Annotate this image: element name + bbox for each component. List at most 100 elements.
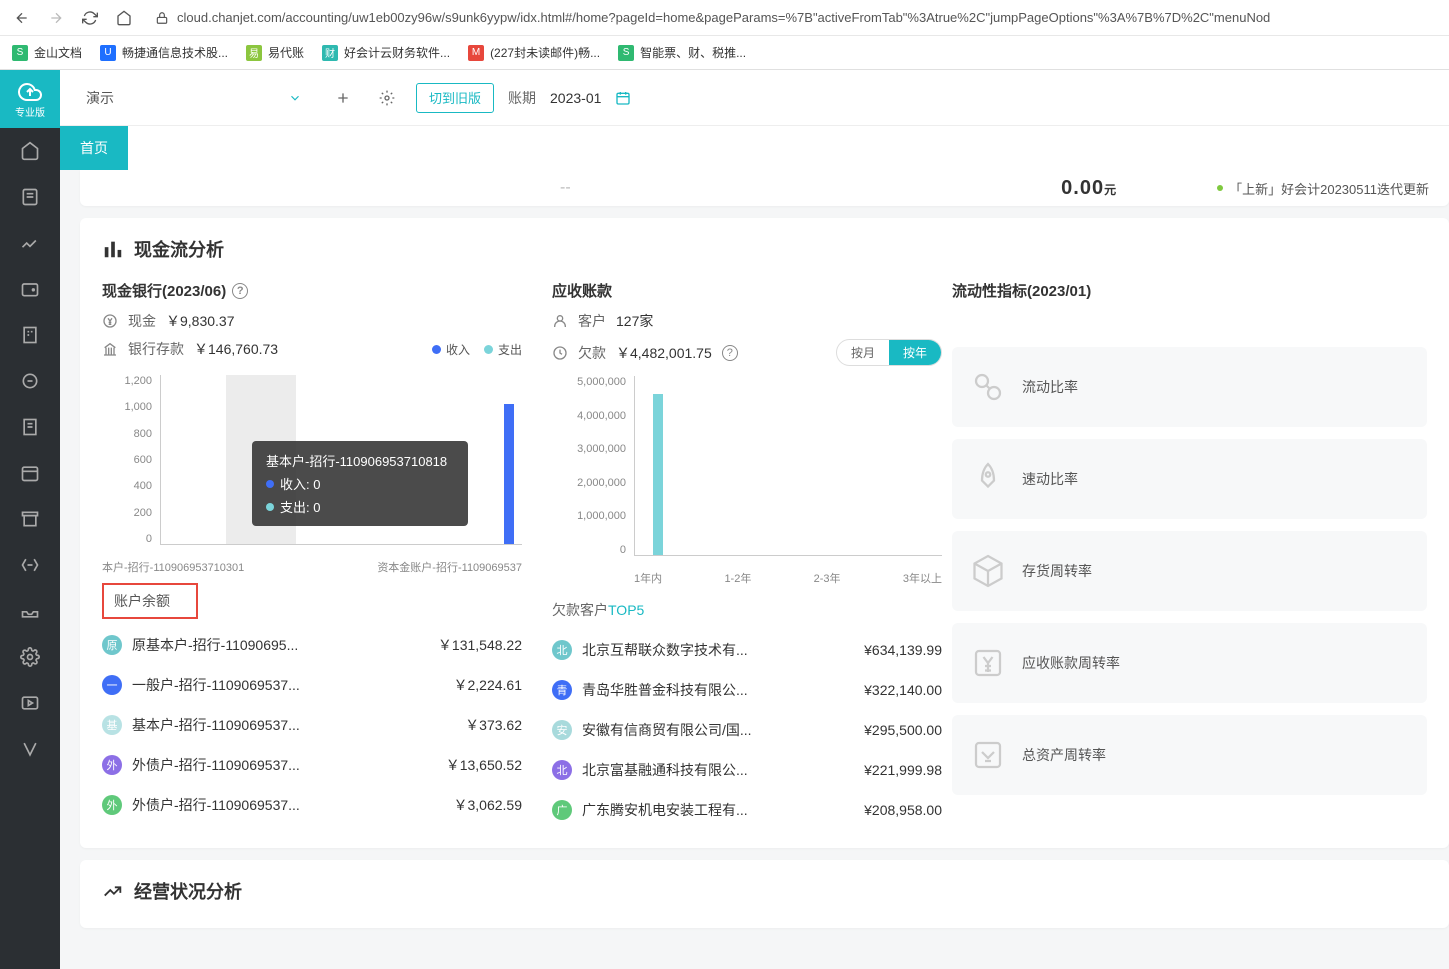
ops-panel: 经营状况分析 xyxy=(80,860,1449,928)
rail-tray[interactable] xyxy=(0,588,60,634)
toggle-year[interactable]: 按年 xyxy=(889,340,941,365)
balance-row[interactable]: 外外债户-招行-1109069537...￥3,062.59 xyxy=(102,785,522,825)
panel-header: 现金流分析 xyxy=(102,236,1427,262)
debt-row[interactable]: 广广东腾安机电安装工程有...¥208,958.00 xyxy=(552,790,942,830)
announce-text: 「上新」好会计20230511迭代更新 xyxy=(1229,179,1429,198)
add-button[interactable] xyxy=(328,83,358,113)
debt-row[interactable]: 青青岛华胜普金科技有限公... ¥322,140.00 xyxy=(552,670,942,710)
org-name: 演示 xyxy=(86,88,114,108)
liq-card-inventory[interactable]: 存货周转率 xyxy=(952,531,1427,611)
bar-income xyxy=(504,404,514,544)
settings-button[interactable] xyxy=(372,83,402,113)
rail-voucher[interactable] xyxy=(0,174,60,220)
browser-nav-bar: cloud.chanjet.com/accounting/uw1eb00zy96… xyxy=(0,0,1449,36)
tooltip-val: 收入: 0 xyxy=(280,474,320,493)
reload-icon xyxy=(82,10,98,26)
home-button[interactable] xyxy=(110,4,138,32)
rail-closing[interactable] xyxy=(0,450,60,496)
liq-label: 存货周转率 xyxy=(1022,561,1092,581)
rail-salary[interactable] xyxy=(0,358,60,404)
debt-row[interactable]: 安安徽有信商贸有限公司/国...¥295,500.00 xyxy=(552,710,942,750)
rail-invoice[interactable] xyxy=(0,404,60,450)
balance-row[interactable]: 基基本户-招行-1109069537...￥373.62 xyxy=(102,705,522,745)
rail-video[interactable] xyxy=(0,680,60,726)
debt-title: 欠款客户TOP5 xyxy=(552,600,942,620)
tabs-row: 首页 xyxy=(60,126,1449,170)
rail-asset[interactable] xyxy=(0,312,60,358)
favicon-icon: 财 xyxy=(322,45,338,61)
switch-old-button[interactable]: 切到旧版 xyxy=(416,83,494,113)
period-value[interactable]: 2023-01 xyxy=(550,90,601,106)
help-icon[interactable]: ? xyxy=(232,283,248,299)
reload-button[interactable] xyxy=(76,4,104,32)
row-val: ¥295,500.00 xyxy=(864,722,942,738)
bookmark-label: 智能票、财、税推... xyxy=(640,44,746,61)
chart-line-icon xyxy=(20,233,40,253)
dot-expense-icon xyxy=(484,345,493,354)
rail-gear[interactable] xyxy=(0,634,60,680)
bookmark-item[interactable]: 财好会计云财务软件... xyxy=(322,44,450,61)
rail-setting[interactable] xyxy=(0,542,60,588)
balance-row[interactable]: 一一般户-招行-1109069537...￥2,224.61 xyxy=(102,665,522,705)
row-name: 青岛华胜普金科技有限公... xyxy=(582,680,854,700)
cust-icon: 青 xyxy=(552,680,572,700)
liq-card-flow[interactable]: 流动比率 xyxy=(952,347,1427,427)
legend: 收入 支出 xyxy=(432,341,522,358)
play-icon xyxy=(20,693,40,713)
announcement[interactable]: 「上新」好会计20230511迭代更新 xyxy=(1217,179,1429,198)
liq-card-asset-turn[interactable]: 总资产周转率 xyxy=(952,715,1427,795)
help-icon[interactable]: ? xyxy=(722,345,738,361)
chart-tooltip: 基本户-招行-110906953710818 收入: 0 支出: 0 xyxy=(252,441,468,526)
favicon-icon: U xyxy=(100,45,116,61)
ar-plot[interactable] xyxy=(634,376,942,556)
calendar-icon[interactable] xyxy=(615,90,631,106)
row-name: 一般户-招行-1109069537... xyxy=(132,675,444,695)
tooltip-val: 支出: 0 xyxy=(280,497,320,516)
app-logo[interactable]: 专业版 xyxy=(0,70,60,128)
ar-bar-1y xyxy=(653,394,663,555)
bookmark-item[interactable]: S智能票、财、税推... xyxy=(618,44,746,61)
bookmark-item[interactable]: 易易代账 xyxy=(246,44,304,61)
strip-big-value: 0.00元 xyxy=(1061,177,1117,200)
liq-label: 应收账款周转率 xyxy=(1022,653,1120,673)
liq-card-quick[interactable]: 速动比率 xyxy=(952,439,1427,519)
x-axis: 本户-招行-110906953710301 资本金账户-招行-110906953… xyxy=(102,551,522,575)
house-icon xyxy=(20,141,40,161)
back-button[interactable] xyxy=(8,4,36,32)
forward-button[interactable] xyxy=(42,4,70,32)
v-icon xyxy=(20,739,40,759)
debt-row[interactable]: 北北京富基融通科技有限公...¥221,999.98 xyxy=(552,750,942,790)
row-name: 安徽有信商贸有限公司/国... xyxy=(582,720,854,740)
dot-icon xyxy=(266,503,274,511)
bookmark-item[interactable]: M(227封未读邮件)畅... xyxy=(468,44,600,61)
rail-archive[interactable] xyxy=(0,496,60,542)
toggle-month[interactable]: 按月 xyxy=(837,340,889,365)
rail-report[interactable] xyxy=(0,220,60,266)
balance-row[interactable]: 外外债户-招行-1109069537...￥13,650.52 xyxy=(102,745,522,785)
liq-card-ar-turn[interactable]: 应收账款周转率 xyxy=(952,623,1427,703)
ratio-icon xyxy=(970,369,1006,405)
box-icon xyxy=(970,553,1006,589)
balance-row[interactable]: 原原基本户-招行-11090695...￥131,548.22 xyxy=(102,625,522,665)
period-toggle[interactable]: 按月 按年 xyxy=(836,339,942,366)
rail-home[interactable] xyxy=(0,128,60,174)
row-val: ¥322,140.00 xyxy=(864,682,942,698)
org-select[interactable]: 演示 xyxy=(74,81,314,115)
debt-row[interactable]: 北北京互帮联众数字技术有...¥634,139.99 xyxy=(552,630,942,670)
url-bar[interactable]: cloud.chanjet.com/accounting/uw1eb00zy96… xyxy=(144,4,1441,32)
rail-money[interactable] xyxy=(0,266,60,312)
ops-header: 经营状况分析 xyxy=(102,878,1427,904)
tab-home[interactable]: 首页 xyxy=(60,126,128,170)
row-val: ¥208,958.00 xyxy=(864,802,942,818)
bookmark-item[interactable]: U畅捷通信息技术股... xyxy=(100,44,228,61)
bookmark-label: 好会计云财务软件... xyxy=(344,44,450,61)
bookmark-item[interactable]: S金山文档 xyxy=(12,44,82,61)
row-val: ¥634,139.99 xyxy=(864,642,942,658)
rail-v[interactable] xyxy=(0,726,60,772)
building-icon xyxy=(20,325,40,345)
account-icon: 外 xyxy=(102,755,122,775)
legend-in: 收入 xyxy=(446,341,470,358)
yen-icon xyxy=(102,313,118,329)
file-icon xyxy=(20,187,40,207)
coins-icon xyxy=(20,371,40,391)
